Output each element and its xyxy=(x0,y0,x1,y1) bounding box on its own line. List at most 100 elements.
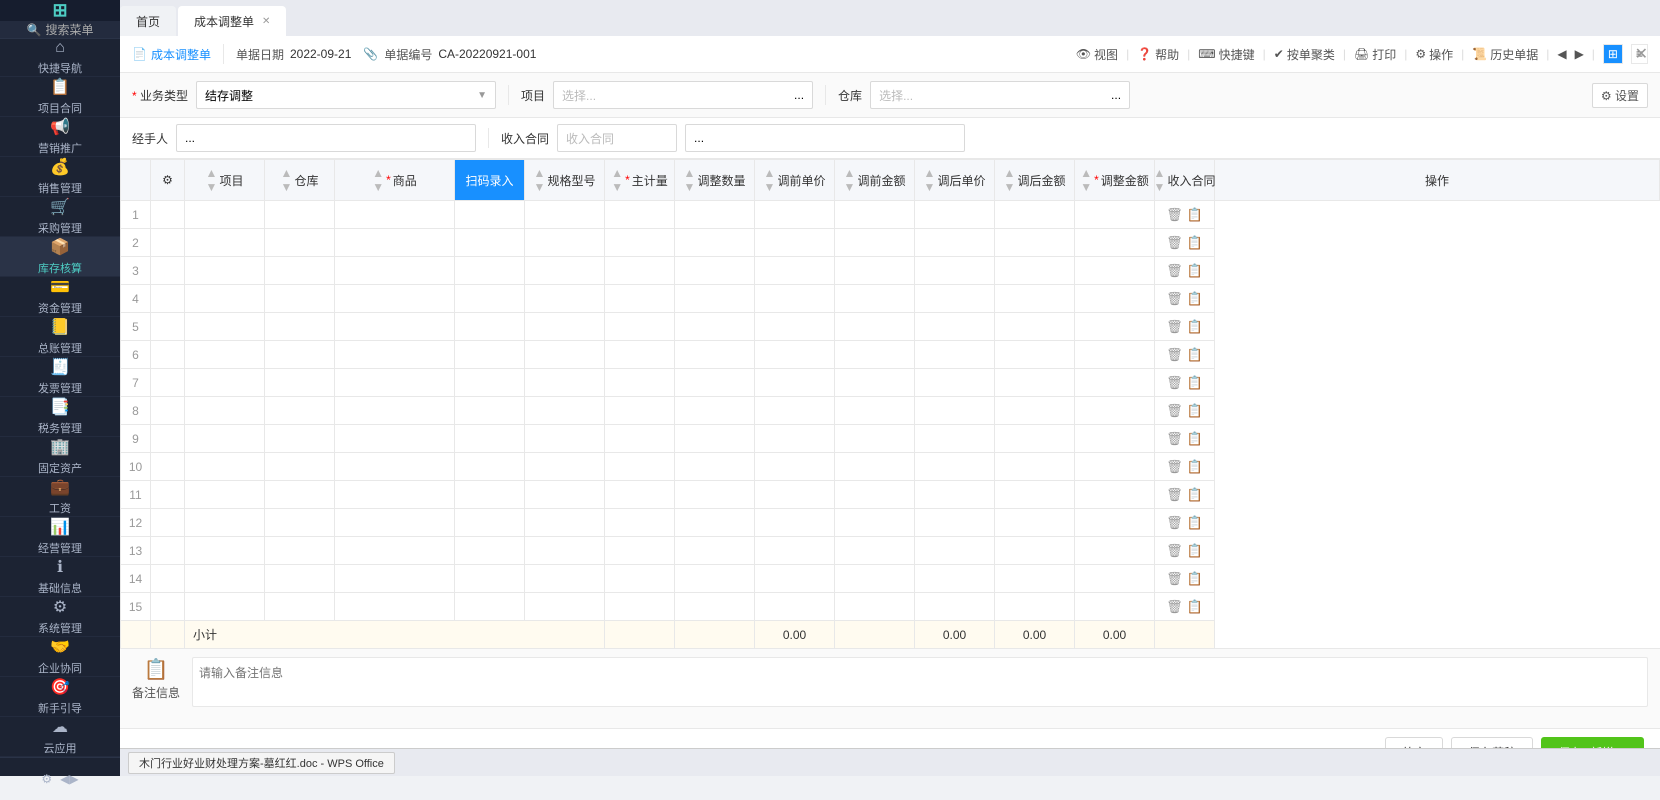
table-cell[interactable] xyxy=(605,565,675,593)
table-cell[interactable] xyxy=(755,397,835,425)
table-cell[interactable] xyxy=(995,425,1075,453)
copy-icon[interactable]: 📋 xyxy=(1187,291,1203,307)
table-cell[interactable] xyxy=(835,201,915,229)
table-cell[interactable] xyxy=(675,341,755,369)
table-cell[interactable] xyxy=(185,369,265,397)
table-cell[interactable] xyxy=(915,453,995,481)
table-cell[interactable] xyxy=(151,509,185,537)
table-cell[interactable] xyxy=(675,509,755,537)
table-cell[interactable] xyxy=(605,425,675,453)
table-cell[interactable] xyxy=(995,313,1075,341)
nav-prev-button[interactable]: ◀ xyxy=(1557,47,1566,61)
table-cell[interactable] xyxy=(605,369,675,397)
table-cell[interactable] xyxy=(675,229,755,257)
table-cell[interactable] xyxy=(835,453,915,481)
sidebar-item-tax-mgmt[interactable]: 📑 税务管理 xyxy=(0,397,120,437)
table-cell[interactable] xyxy=(265,229,335,257)
table-cell[interactable] xyxy=(755,537,835,565)
help-button[interactable]: ❓ 帮助 xyxy=(1137,46,1179,63)
delete-icon[interactable]: 🗑 xyxy=(1166,263,1183,279)
table-cell[interactable] xyxy=(675,201,755,229)
table-cell[interactable] xyxy=(335,369,455,397)
copy-icon[interactable]: 📋 xyxy=(1187,403,1203,419)
table-cell[interactable] xyxy=(675,593,755,621)
table-cell[interactable] xyxy=(675,369,755,397)
table-cell[interactable] xyxy=(755,425,835,453)
print-button[interactable]: 🖨 打印 xyxy=(1354,46,1396,63)
table-cell[interactable] xyxy=(335,313,455,341)
table-cell[interactable] xyxy=(675,453,755,481)
table-cell[interactable] xyxy=(455,285,525,313)
sidebar-settings-button[interactable]: ⚙ ◀▶ xyxy=(0,758,120,800)
table-cell[interactable] xyxy=(185,537,265,565)
table-cell[interactable] xyxy=(835,229,915,257)
delete-icon[interactable]: 🗑 xyxy=(1166,403,1183,419)
table-cell[interactable] xyxy=(1075,201,1155,229)
sidebar-item-fixed-assets[interactable]: 🏢 固定资产 xyxy=(0,437,120,477)
table-cell[interactable] xyxy=(995,537,1075,565)
biz-type-select[interactable]: 结存调整 ▼ xyxy=(196,81,496,109)
table-cell[interactable] xyxy=(525,425,605,453)
table-cell[interactable] xyxy=(755,453,835,481)
table-cell[interactable] xyxy=(151,593,185,621)
table-cell[interactable] xyxy=(605,397,675,425)
project-select[interactable]: 选择... ... xyxy=(553,81,813,109)
table-cell[interactable] xyxy=(185,257,265,285)
table-cell[interactable] xyxy=(835,341,915,369)
table-cell[interactable] xyxy=(525,341,605,369)
table-cell[interactable] xyxy=(185,481,265,509)
delete-icon[interactable]: 🗑 xyxy=(1166,459,1183,475)
table-cell[interactable] xyxy=(835,509,915,537)
table-cell[interactable] xyxy=(995,229,1075,257)
table-cell[interactable] xyxy=(525,397,605,425)
nav-next-button[interactable]: ▶ xyxy=(1575,47,1584,61)
table-cell[interactable] xyxy=(525,201,605,229)
table-cell[interactable] xyxy=(455,509,525,537)
table-cell[interactable] xyxy=(835,425,915,453)
table-cell[interactable] xyxy=(265,425,335,453)
delete-icon[interactable]: 🗑 xyxy=(1166,571,1183,587)
delete-icon[interactable]: 🗑 xyxy=(1166,515,1183,531)
table-cell[interactable] xyxy=(915,229,995,257)
sidebar-item-project-contract[interactable]: 📋 项目合同 xyxy=(0,77,120,117)
table-cell[interactable] xyxy=(1075,453,1155,481)
table-cell[interactable] xyxy=(1075,313,1155,341)
table-cell[interactable] xyxy=(605,453,675,481)
table-cell[interactable] xyxy=(835,313,915,341)
table-cell[interactable] xyxy=(755,313,835,341)
table-cell[interactable] xyxy=(335,565,455,593)
table-cell[interactable] xyxy=(1075,425,1155,453)
income-contract-select[interactable]: ... xyxy=(685,124,965,152)
table-cell[interactable] xyxy=(185,453,265,481)
table-cell[interactable] xyxy=(185,593,265,621)
copy-icon[interactable]: 📋 xyxy=(1187,319,1203,335)
table-cell[interactable] xyxy=(675,565,755,593)
table-cell[interactable] xyxy=(335,537,455,565)
table-cell[interactable] xyxy=(185,565,265,593)
table-cell[interactable] xyxy=(915,201,995,229)
table-cell[interactable] xyxy=(265,509,335,537)
table-cell[interactable] xyxy=(1075,341,1155,369)
table-cell[interactable] xyxy=(915,397,995,425)
sidebar-item-salary[interactable]: 💼 工资 xyxy=(0,477,120,517)
search-menu-button[interactable]: 🔍 搜索菜单 xyxy=(0,21,120,39)
table-cell[interactable] xyxy=(915,565,995,593)
table-cell[interactable] xyxy=(915,537,995,565)
table-cell[interactable] xyxy=(755,257,835,285)
table-cell[interactable] xyxy=(1075,509,1155,537)
table-cell[interactable] xyxy=(1075,397,1155,425)
table-cell[interactable] xyxy=(605,481,675,509)
table-cell[interactable] xyxy=(995,397,1075,425)
table-cell[interactable] xyxy=(835,369,915,397)
table-cell[interactable] xyxy=(525,285,605,313)
table-cell[interactable] xyxy=(335,453,455,481)
table-cell[interactable] xyxy=(265,397,335,425)
table-cell[interactable] xyxy=(835,397,915,425)
table-cell[interactable] xyxy=(185,313,265,341)
sidebar-item-ledger-mgmt[interactable]: 📒 总账管理 xyxy=(0,317,120,357)
table-cell[interactable] xyxy=(835,537,915,565)
table-cell[interactable] xyxy=(265,537,335,565)
table-cell[interactable] xyxy=(915,313,995,341)
table-cell[interactable] xyxy=(265,565,335,593)
table-cell[interactable] xyxy=(185,425,265,453)
